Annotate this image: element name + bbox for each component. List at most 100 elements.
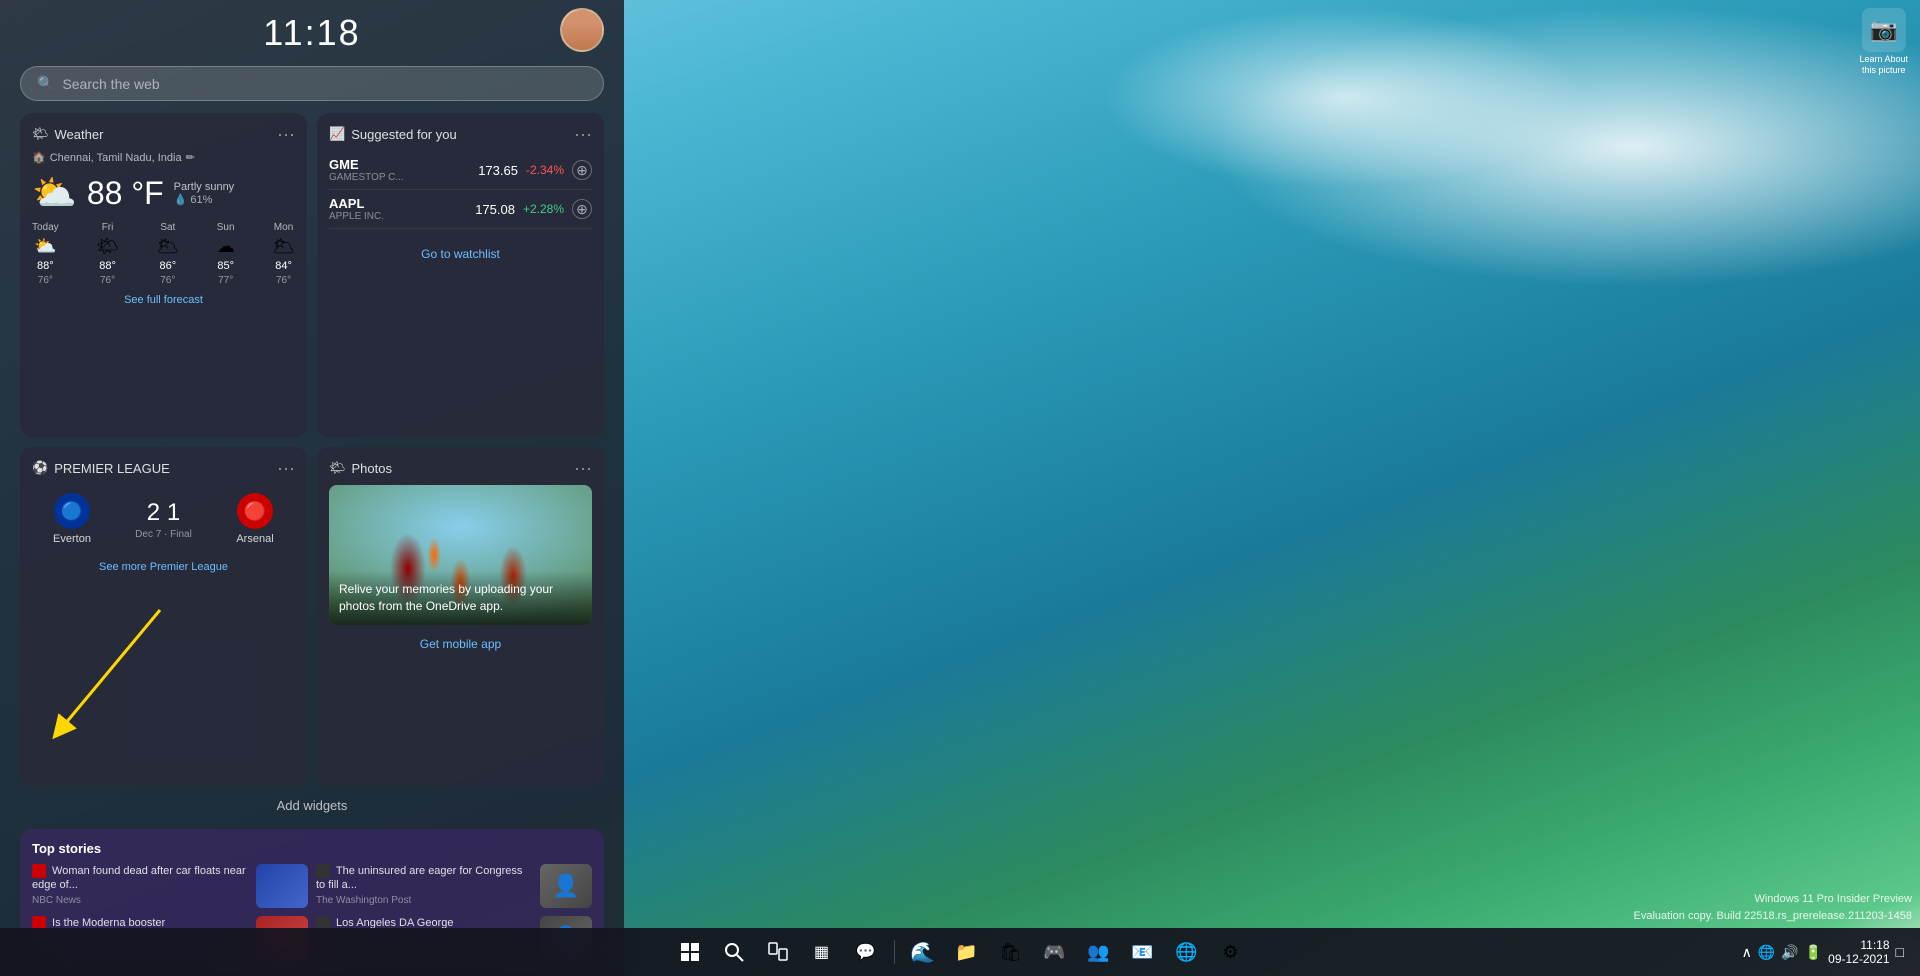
mail-button[interactable]: 📧 <box>1123 932 1163 972</box>
taskbar: ▦ 💬 🌊 📁 🛍 🎮 👥 📧 🌐 ⚙ ∧ 🌐 🔊 🔋 11:18 09-12-… <box>0 928 1920 976</box>
eval-watermark: Windows 11 Pro Insider Preview Evaluatio… <box>1634 891 1912 924</box>
file-explorer-button[interactable]: 📁 <box>947 932 987 972</box>
forecast-icon-today: ⛅ <box>34 236 56 257</box>
task-view-button[interactable] <box>758 932 798 972</box>
photos-title: 🌤 Photos <box>329 460 392 476</box>
nbc-icon <box>32 864 46 878</box>
suggested-widget: 📈 Suggested for you ··· GME GAMESTOP C..… <box>317 113 604 437</box>
forecast-high-sat: 86° <box>160 260 177 272</box>
weather-forecast: Today ⛅ 88° 76° Fri 🌤 88° 76° Sat 🌥 86° … <box>32 222 295 286</box>
story-text-1: Woman found dead after car floats near e… <box>32 864 248 906</box>
panel-header: 11:18 <box>0 0 624 66</box>
stock-item-gme[interactable]: GME GAMESTOP C... 173.65 -2.34% ⊕ <box>329 151 592 190</box>
watchlist-button[interactable]: Go to watchlist <box>329 241 592 267</box>
widgets-button[interactable]: ▦ <box>802 932 842 972</box>
weather-description: Partly sunny <box>174 181 235 193</box>
widgets-grid: 🌤 Weather ··· 🏠 Chennai, Tamil Nadu, Ind… <box>20 113 604 786</box>
premier-widget-header: ⚽ PREMIER LEAGUE ··· <box>32 459 295 477</box>
edit-location-icon[interactable]: ✏ <box>186 151 195 164</box>
taskbar-center: ▦ 💬 🌊 📁 🛍 🎮 👥 📧 🌐 ⚙ <box>670 932 1251 972</box>
see-more-premier[interactable]: See more Premier League <box>32 561 295 573</box>
notification-icon[interactable]: □ <box>1896 944 1904 960</box>
premier-league-widget: ⚽ PREMIER LEAGUE ··· 🔵 Everton 2 1 Dec <box>20 447 307 786</box>
edge-browser-button[interactable]: 🌊 <box>903 932 943 972</box>
story-thumb-2: 👤 <box>540 864 592 908</box>
stock-ticker-gme: GME <box>329 157 404 172</box>
stock-info-gme: GME GAMESTOP C... <box>329 157 404 183</box>
weather-menu-button[interactable]: ··· <box>277 125 295 143</box>
stock-price-group-gme: 173.65 -2.34% ⊕ <box>478 160 592 180</box>
away-team-name: Arsenal <box>236 533 273 545</box>
add-widgets-button[interactable]: Add widgets <box>20 794 604 817</box>
stock-ticker-aapl: AAPL <box>329 196 384 211</box>
forecast-icon-mon: 🌥 <box>272 236 295 257</box>
screenshot-icon: 📷 <box>1862 8 1906 52</box>
stock-price-gme: 173.65 <box>478 163 518 178</box>
forecast-fri: Fri 🌤 88° 76° <box>96 222 119 286</box>
stock-price-aapl: 175.08 <box>475 202 515 217</box>
forecast-today: Today ⛅ 88° 76° <box>32 222 59 286</box>
story-text-2: The uninsured are eager for Congress to … <box>316 864 532 906</box>
microsoft-store-button[interactable]: 🛍 <box>991 932 1031 972</box>
suggested-widget-header: 📈 Suggested for you ··· <box>329 125 592 143</box>
watermark-line1: Windows 11 Pro Insider Preview <box>1634 891 1912 908</box>
edge-icon-2[interactable]: 🌐 <box>1167 932 1207 972</box>
settings-button[interactable]: ⚙ <box>1211 932 1251 972</box>
user-avatar[interactable] <box>560 8 604 52</box>
stock-name-gme: GAMESTOP C... <box>329 172 404 183</box>
avatar-face <box>562 10 602 50</box>
taskbar-separator-1 <box>894 940 895 964</box>
weather-widget: 🌤 Weather ··· 🏠 Chennai, Tamil Nadu, Ind… <box>20 113 307 437</box>
stock-info-aapl: AAPL APPLE INC. <box>329 196 384 222</box>
story-title-2: The uninsured are eager for Congress to … <box>316 864 532 893</box>
battery-icon[interactable]: 🔋 <box>1805 944 1822 961</box>
photos-overlay-text: Relive your memories by uploading your p… <box>329 571 592 625</box>
start-button[interactable] <box>670 932 710 972</box>
search-placeholder: Search the web <box>62 76 159 92</box>
forecast-low-sat: 76° <box>160 275 175 286</box>
premier-menu-button[interactable]: ··· <box>277 459 295 477</box>
weather-humidity: 💧 61% <box>174 193 235 206</box>
stock-add-aapl[interactable]: ⊕ <box>572 199 592 219</box>
story-thumb-1 <box>256 864 308 908</box>
xbox-gamepass-button[interactable]: 🎮 <box>1035 932 1075 972</box>
weather-condition-icon: ⛅ <box>32 172 77 214</box>
photos-icon: 🌤 <box>329 460 346 476</box>
teams-button[interactable]: 👥 <box>1079 932 1119 972</box>
forecast-icon-fri: 🌤 <box>96 236 119 257</box>
home-team-name: Everton <box>53 533 91 545</box>
weather-temperature: 88 °F <box>87 175 164 212</box>
stock-add-gme[interactable]: ⊕ <box>572 160 592 180</box>
screenshot-tool-button[interactable]: 📷 Learn Aboutthis picture <box>1859 8 1908 76</box>
story-item-2[interactable]: The uninsured are eager for Congress to … <box>316 864 592 908</box>
photos-get-app-link[interactable]: Get mobile app <box>329 633 592 655</box>
weather-location: 🏠 Chennai, Tamil Nadu, India ✏ <box>32 151 295 164</box>
everton-badge: 🔵 <box>54 493 90 529</box>
teams-chat-button[interactable]: 💬 <box>846 932 886 972</box>
match-score: 2 1 Dec 7 · Final <box>135 499 192 540</box>
taskbar-search-button[interactable] <box>714 932 754 972</box>
home-team-info: 🔵 Everton <box>32 493 112 545</box>
away-team-info: 🔴 Arsenal <box>215 493 295 545</box>
suggested-menu-button[interactable]: ··· <box>574 125 592 143</box>
match-display: 🔵 Everton 2 1 Dec 7 · Final 🔴 Arsenal <box>32 485 295 553</box>
forecast-low-today: 76° <box>38 275 53 286</box>
arsenal-badge: 🔴 <box>237 493 273 529</box>
see-forecast-link[interactable]: See full forecast <box>32 294 295 306</box>
forecast-high-today: 88° <box>37 260 54 272</box>
stock-item-aapl[interactable]: AAPL APPLE INC. 175.08 +2.28% ⊕ <box>329 190 592 229</box>
stock-change-aapl: +2.28% <box>523 202 564 216</box>
top-stories-header: Top stories <box>32 841 592 856</box>
system-clock[interactable]: 11:18 09-12-2021 <box>1828 938 1889 966</box>
forecast-sat: Sat 🌥 86° 76° <box>156 222 179 286</box>
volume-icon[interactable]: 🔊 <box>1781 944 1798 961</box>
photos-menu-button[interactable]: ··· <box>574 459 592 477</box>
search-bar[interactable]: 🔍 Search the web <box>20 66 604 101</box>
forecast-sun: Sun ☁ 85° 77° <box>217 222 235 286</box>
forecast-label-today: Today <box>32 222 59 233</box>
tray-chevron[interactable]: ∧ <box>1742 944 1752 961</box>
story-item-1[interactable]: Woman found dead after car floats near e… <box>32 864 308 908</box>
network-icon[interactable]: 🌐 <box>1758 944 1775 961</box>
forecast-high-mon: 84° <box>275 260 292 272</box>
windows-logo-icon <box>680 942 700 962</box>
